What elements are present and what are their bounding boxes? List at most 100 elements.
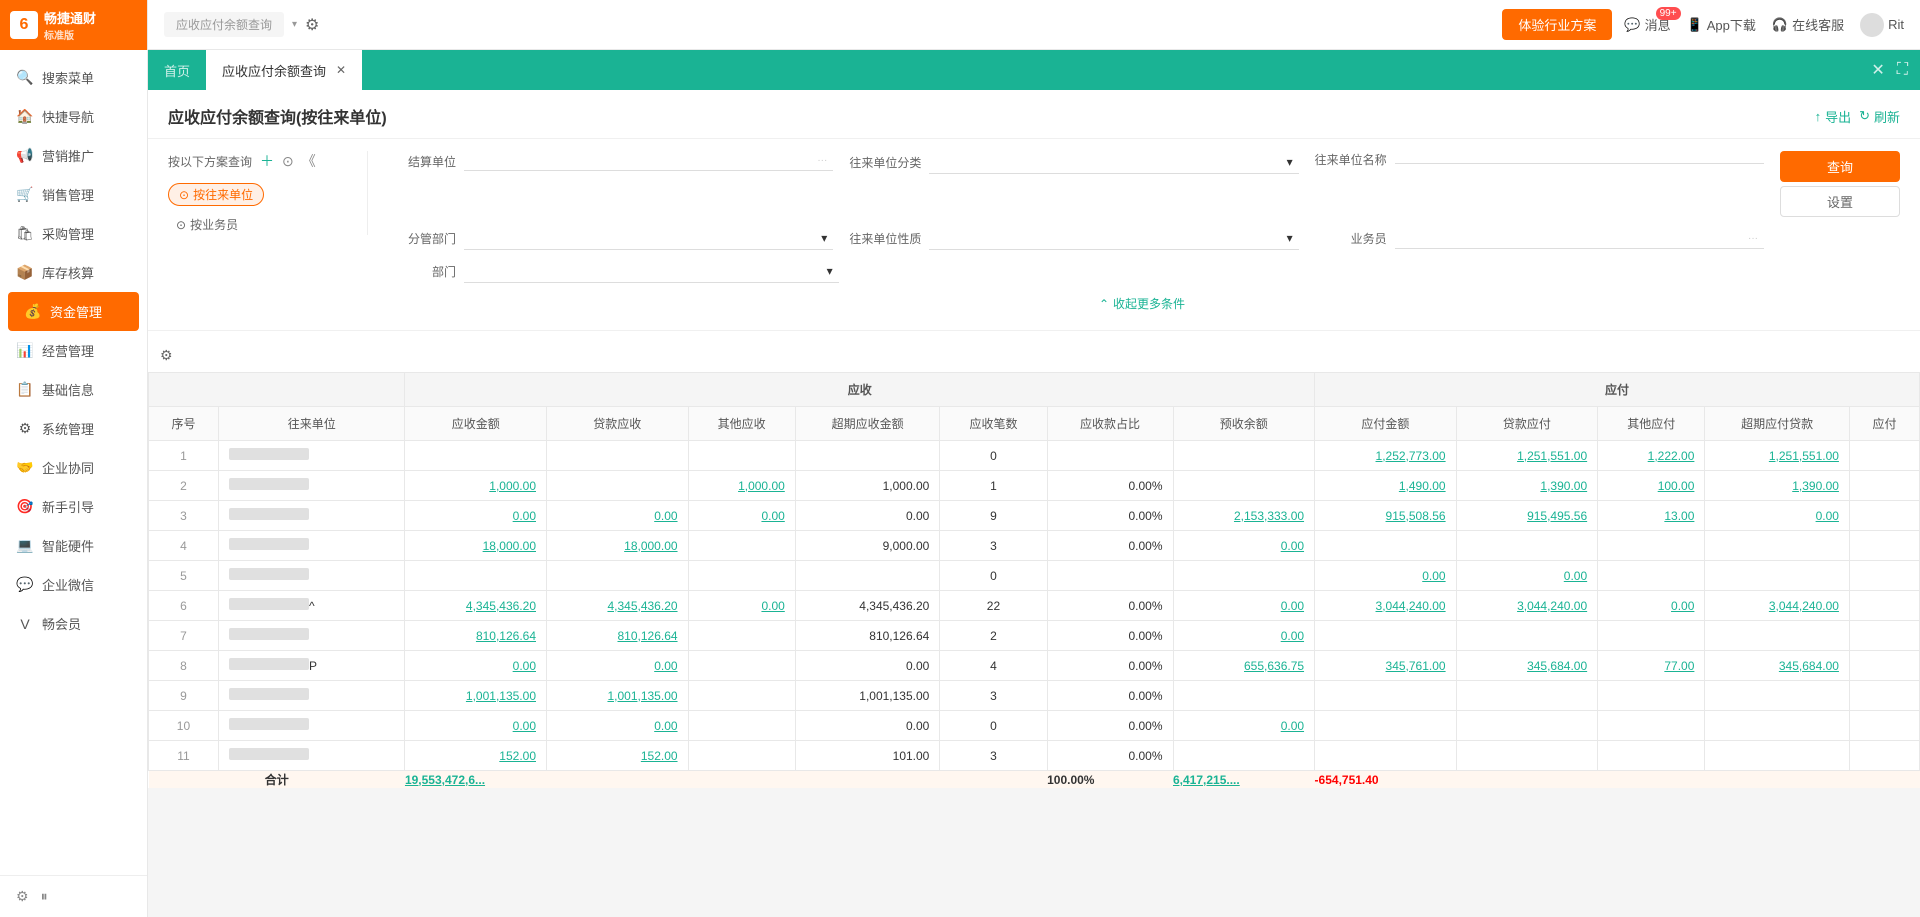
settlement-unit-input[interactable]: ··· [464, 151, 833, 171]
salesperson-input[interactable]: ··· [1395, 229, 1764, 249]
collapse-sidebar-icon[interactable]: ⏸ [41, 888, 48, 905]
other-pay [1598, 531, 1705, 561]
pay-amt: 0.00 [1315, 561, 1457, 591]
sidebar-item-hardware[interactable]: 💻智能硬件 [0, 526, 147, 565]
tab-query-label: 应收应付余额查询 [222, 61, 326, 80]
page-actions: ↑ 导出 ↻ 刷新 [1815, 107, 1900, 126]
recv-cnt: 0 [940, 561, 1047, 591]
partner-category-label: 往来单位分类 [849, 154, 921, 171]
finance-icon: 💰 [24, 303, 42, 320]
sidebar-label-inventory: 库存核算 [42, 263, 94, 282]
sidebar-bottom: ⚙ ⏸ [0, 875, 147, 917]
sidebar-item-wechat[interactable]: 💬企业微信 [0, 565, 147, 604]
recv-amt: 152.00 [405, 741, 547, 771]
query-button[interactable]: 查询 [1780, 151, 1900, 182]
message-badge: 99+ [1656, 7, 1681, 20]
sidebar-item-sales[interactable]: 🛒销售管理 [0, 175, 147, 214]
tab-query[interactable]: 应收应付余额查询 ✕ [206, 50, 362, 90]
scheme-salesperson-label: 按业务员 [190, 216, 238, 233]
sidebar-item-purchase[interactable]: 🛍采购管理 [0, 214, 147, 253]
loan-pay [1456, 621, 1598, 651]
loan-recv: 152.00 [547, 741, 689, 771]
partner-nature-select[interactable]: ▾ [929, 227, 1298, 250]
header-gear-icon[interactable]: ⚙ [305, 15, 319, 35]
user-avatar[interactable]: Rit [1860, 13, 1904, 37]
pay [1849, 621, 1919, 651]
sidebar-item-search[interactable]: 🔍搜索菜单 [0, 58, 147, 97]
salesperson-label: 业务员 [1315, 230, 1387, 247]
overdue-recv: 1,001,135.00 [795, 681, 940, 711]
overdue-pay: 1,390.00 [1705, 471, 1850, 501]
pay-amt [1315, 621, 1457, 651]
tab-home[interactable]: 首页 [148, 50, 206, 90]
sidebar-item-operations[interactable]: 📊经营管理 [0, 331, 147, 370]
scheme-salesperson[interactable]: ⊙ 按业务员 [168, 214, 351, 235]
partner-cell [218, 681, 405, 711]
table-settings-icon[interactable]: ⚙ [160, 347, 173, 364]
row-num: 5 [149, 561, 219, 591]
sidebar-item-system[interactable]: ⚙系统管理 [0, 409, 147, 448]
settings-button[interactable]: 设置 [1780, 186, 1900, 217]
breadcrumb-chevron-icon[interactable]: ▾ [292, 19, 297, 30]
message-button[interactable]: 💬 消息 99+ [1624, 15, 1670, 34]
other-pay [1598, 681, 1705, 711]
refresh-label: 刷新 [1874, 107, 1900, 126]
filter-settings-icon[interactable]: ⊙ [282, 153, 294, 170]
sidebar-label-purchase: 采购管理 [42, 224, 94, 243]
loan-recv: 810,126.64 [547, 621, 689, 651]
loan-recv [547, 471, 689, 501]
tab-close-icon[interactable]: ✕ [336, 63, 346, 77]
other-pay: 0.00 [1598, 591, 1705, 621]
dept-manager-select[interactable]: ▾ [464, 227, 833, 250]
sidebar-item-basic[interactable]: 📋基础信息 [0, 370, 147, 409]
export-button[interactable]: ↑ 导出 [1815, 107, 1852, 126]
filter-collapse-icon[interactable]: 《 [302, 151, 316, 171]
table-wrapper[interactable]: 应收 应付 序号 往来单位 应收金额 贷款应收 其他应收 超期应收金额 应收笔数 [148, 372, 1920, 788]
table-row: 7 810,126.64 810,126.64 810,126.64 2 0.0… [149, 621, 1920, 651]
service-label: 在线客服 [1792, 15, 1844, 34]
logo-icon: 6 [10, 11, 38, 39]
avatar-img [1860, 13, 1884, 37]
settings-bottom-icon[interactable]: ⚙ [16, 888, 29, 905]
partner-category-select[interactable]: ▾ [929, 151, 1298, 174]
refresh-button[interactable]: ↻ 刷新 [1859, 107, 1900, 126]
table-row: 10 0.00 0.00 0.00 0 0.00% 0.00 [149, 711, 1920, 741]
dept-select[interactable]: ▾ [464, 260, 839, 283]
top-header: 应收应付余额查询 ▾ ⚙ 体验行业方案 💬 消息 99+ 📱 App下载 🎧 在… [148, 0, 1920, 50]
sidebar-label-search: 搜索菜单 [42, 68, 94, 87]
prepay: 0.00 [1173, 531, 1315, 561]
pay [1849, 501, 1919, 531]
app-download-button[interactable]: 📱 App下载 [1687, 15, 1756, 34]
overdue-pay [1705, 531, 1850, 561]
footer-label: 合计 [149, 771, 405, 789]
online-service-button[interactable]: 🎧 在线客服 [1772, 15, 1844, 34]
filter-scheme: ⊙ 按往来单位 [168, 183, 351, 206]
overdue-pay [1705, 741, 1850, 771]
sidebar-item-finance[interactable]: 💰资金管理 [8, 292, 139, 331]
footer-recv-ratio: 100.00% [1047, 771, 1173, 789]
loan-recv: 4,345,436.20 [547, 591, 689, 621]
tab-close-window-icon[interactable]: ✕ [1871, 60, 1884, 80]
more-conditions-button[interactable]: ⌃ 收起更多条件 [384, 289, 1900, 318]
sidebar-item-inventory[interactable]: 📦 库存核算 [0, 253, 147, 292]
partner-name-input[interactable] [1395, 155, 1764, 164]
sidebar-item-collab[interactable]: 🤝企业协同 [0, 448, 147, 487]
sidebar-item-quick[interactable]: 🏠快捷导航 [0, 97, 147, 136]
dept-manager-arrow: ▾ [821, 231, 827, 245]
other-recv [688, 741, 795, 771]
sidebar-item-marketing[interactable]: 📢营销推广 [0, 136, 147, 175]
partner-cell: P [218, 651, 405, 681]
header-right: 💬 消息 99+ 📱 App下载 🎧 在线客服 Rit [1624, 13, 1904, 37]
partner-cell [218, 741, 405, 771]
industry-solution-button[interactable]: 体验行业方案 [1502, 9, 1612, 40]
sidebar-item-member[interactable]: V畅会员 [0, 604, 147, 643]
filter-add-icon[interactable]: ＋ [260, 151, 274, 171]
inventory-icon: 📦 [16, 264, 34, 281]
pay [1849, 741, 1919, 771]
partner-name-label: 往来单位名称 [1315, 151, 1387, 168]
page-header: 应收应付余额查询(按往来单位) ↑ 导出 ↻ 刷新 [148, 90, 1920, 139]
sidebar-item-guide[interactable]: 🎯新手引导 [0, 487, 147, 526]
scheme-partner-tag[interactable]: ⊙ 按往来单位 [168, 183, 264, 206]
table-area: ⚙ 应收 应付 序号 往来单位 [148, 339, 1920, 788]
tab-maximize-icon[interactable]: ⛶ [1897, 61, 1908, 79]
